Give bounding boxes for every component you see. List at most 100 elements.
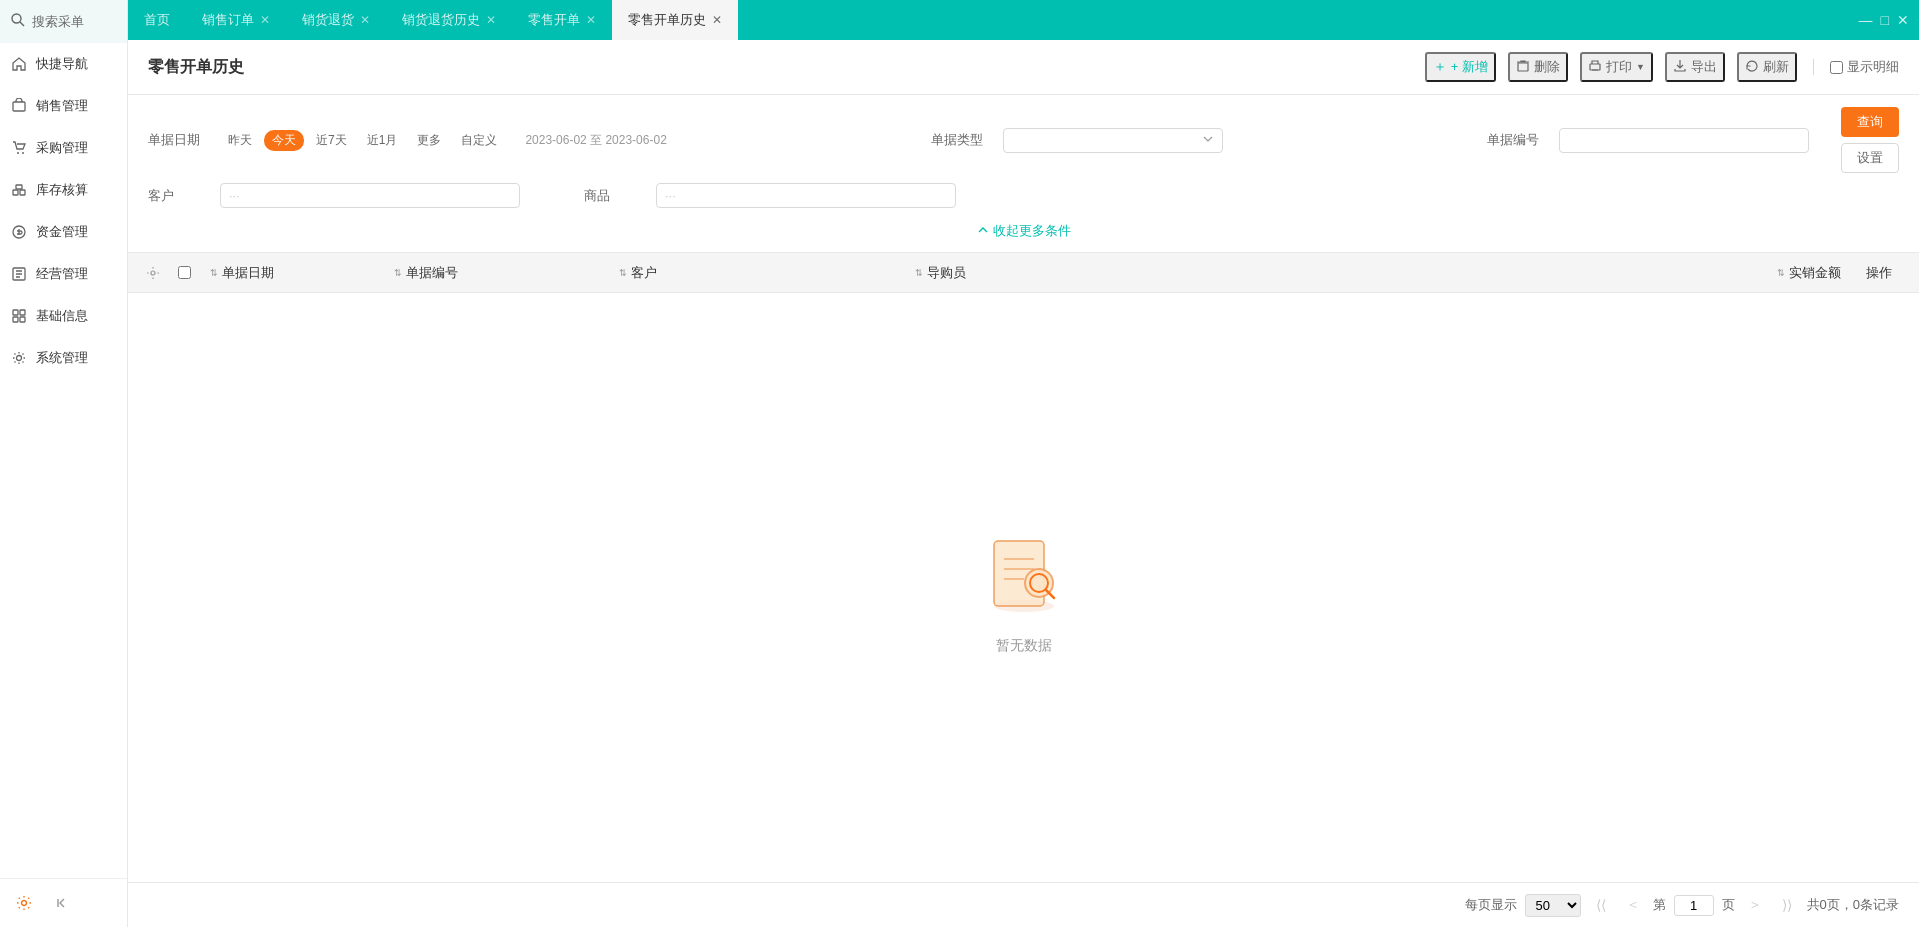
customer-filter-select[interactable]: ··· (220, 183, 520, 208)
inventory-icon (10, 181, 28, 199)
th-settings[interactable] (138, 266, 170, 280)
content-area: 零售开单历史 ＋ + 新增 删除 打印 ▼ (128, 40, 1919, 927)
date-btn-more[interactable]: 更多 (409, 130, 449, 151)
sidebar-item-purchase-mgmt[interactable]: 采购管理 (0, 127, 127, 169)
select-all-checkbox[interactable] (178, 266, 191, 279)
th-customer[interactable]: ⇅ 客户 (611, 264, 906, 282)
collapse-sidebar-icon[interactable] (48, 889, 76, 917)
no-filter-input[interactable] (1559, 128, 1809, 153)
sort-icon: ⇅ (394, 268, 402, 278)
next-page-btn[interactable]: ＞ (1743, 893, 1767, 917)
th-amount[interactable]: ⇅ 实销金额 (1665, 264, 1849, 282)
tab-close-icon[interactable]: ✕ (712, 13, 722, 27)
close-window-icon[interactable]: ✕ (1897, 12, 1909, 28)
date-btn-today[interactable]: 今天 (264, 130, 304, 151)
svg-rect-6 (20, 190, 25, 195)
svg-point-0 (12, 14, 21, 23)
tab-sales-order[interactable]: 销售订单 ✕ (186, 0, 286, 40)
no-filter-label: 单据编号 (1487, 131, 1543, 149)
query-button[interactable]: 查询 (1841, 107, 1899, 137)
sales-icon (10, 97, 28, 115)
svg-point-19 (151, 271, 155, 275)
sidebar-item-ops-mgmt[interactable]: 经营管理 (0, 253, 127, 295)
per-page-label: 每页显示 (1465, 896, 1517, 914)
delete-label: 删除 (1534, 58, 1560, 76)
svg-rect-13 (20, 317, 25, 322)
tab-close-icon[interactable]: ✕ (260, 13, 270, 27)
add-icon: ＋ (1433, 58, 1447, 76)
delete-icon (1516, 59, 1530, 76)
sidebar-item-sys-mgmt[interactable]: 系统管理 (0, 337, 127, 379)
delete-button[interactable]: 删除 (1508, 52, 1568, 82)
empty-text: 暂无数据 (996, 637, 1052, 655)
sidebar-item-label: 快捷导航 (36, 55, 88, 73)
tab-close-icon[interactable]: ✕ (360, 13, 370, 27)
first-page-btn[interactable]: ⟨⟨ (1589, 893, 1613, 917)
collapse-filter-row[interactable]: 收起更多条件 (148, 218, 1899, 240)
sidebar-bottom (0, 878, 127, 927)
chevron-down-icon (1202, 133, 1214, 148)
sidebar-item-inventory-mgmt[interactable]: 库存核算 (0, 169, 127, 211)
empty-state: 暂无数据 (128, 293, 1919, 882)
th-checkbox[interactable] (170, 266, 202, 279)
print-button[interactable]: 打印 ▼ (1580, 52, 1653, 82)
prev-page-btn[interactable]: ＜ (1621, 893, 1645, 917)
type-filter-select[interactable] (1003, 128, 1223, 153)
tab-close-icon[interactable]: ✕ (586, 13, 596, 27)
goods-filter-select[interactable]: ··· (656, 183, 956, 208)
minimize-icon[interactable]: — (1859, 12, 1873, 28)
display-detail-checkbox[interactable] (1830, 61, 1843, 74)
svg-point-15 (22, 901, 27, 906)
sidebar-search[interactable]: 搜索采单 (0, 0, 127, 43)
tab-retail-open[interactable]: 零售开单 ✕ (512, 0, 612, 40)
filter-row-1: 单据日期 昨天 今天 近7天 近1月 更多 自定义 2023-06-02 至 2… (148, 107, 1899, 173)
tab-retail-open-history[interactable]: 零售开单历史 ✕ (612, 0, 738, 40)
sidebar-item-label: 基础信息 (36, 307, 88, 325)
add-button[interactable]: ＋ + 新增 (1425, 52, 1496, 82)
tab-close-icon[interactable]: ✕ (486, 13, 496, 27)
add-label: + 新增 (1451, 58, 1488, 76)
tab-bar-controls: — □ ✕ (1859, 12, 1919, 28)
page-input[interactable] (1674, 895, 1714, 916)
sidebar-item-label: 系统管理 (36, 349, 88, 367)
th-date[interactable]: ⇅ 单据日期 (202, 264, 386, 282)
svg-point-3 (17, 152, 19, 154)
main-area: 首页 销售订单 ✕ 销货退货 ✕ 销货退货历史 ✕ 零售开单 ✕ 零售开单历史 … (128, 0, 1919, 927)
sidebar-item-sales-mgmt[interactable]: 销售管理 (0, 85, 127, 127)
sidebar-item-quick-nav[interactable]: 快捷导航 (0, 43, 127, 85)
maximize-icon[interactable]: □ (1881, 12, 1889, 28)
filter-row-2: 客户 ··· 商品 ··· (148, 183, 1899, 208)
date-btn-7days[interactable]: 近7天 (308, 130, 355, 151)
sort-icon: ⇅ (1777, 268, 1785, 278)
per-page-select[interactable]: 50 10 20 100 (1525, 894, 1581, 917)
last-page-btn[interactable]: ⟩⟩ (1775, 893, 1799, 917)
tab-sales-return-history[interactable]: 销货退货历史 ✕ (386, 0, 512, 40)
tab-label: 销货退货 (302, 11, 354, 29)
tab-label: 零售开单 (528, 11, 580, 29)
display-detail-checkbox-label[interactable]: 显示明细 (1830, 58, 1899, 76)
svg-rect-18 (1590, 64, 1600, 70)
refresh-button[interactable]: 刷新 (1737, 52, 1797, 82)
sidebar-item-finance-mgmt[interactable]: 资金管理 (0, 211, 127, 253)
th-no[interactable]: ⇅ 单据编号 (386, 264, 612, 282)
refresh-icon (1745, 59, 1759, 76)
empty-icon (974, 521, 1074, 621)
page-header: 零售开单历史 ＋ + 新增 删除 打印 ▼ (128, 40, 1919, 95)
refresh-label: 刷新 (1763, 58, 1789, 76)
th-guide[interactable]: ⇅ 导购员 (907, 264, 1091, 282)
sort-icon: ⇅ (619, 268, 627, 278)
goods-filter-label: 商品 (584, 187, 640, 205)
pagination: 每页显示 50 10 20 100 ⟨⟨ ＜ 第 页 ＞ ⟩⟩ 共0页，0条记录 (128, 882, 1919, 927)
tab-home[interactable]: 首页 (128, 0, 186, 40)
date-btn-1month[interactable]: 近1月 (359, 130, 406, 151)
svg-rect-17 (1518, 63, 1528, 71)
svg-point-4 (22, 152, 24, 154)
table-container: ⇅ 单据日期 ⇅ 单据编号 ⇅ 客户 ⇅ 导购员 ⇅ 实销 (128, 253, 1919, 927)
date-btn-yesterday[interactable]: 昨天 (220, 130, 260, 151)
export-button[interactable]: 导出 (1665, 52, 1725, 82)
tab-sales-return[interactable]: 销货退货 ✕ (286, 0, 386, 40)
sidebar-item-basic-info[interactable]: 基础信息 (0, 295, 127, 337)
date-btn-custom[interactable]: 自定义 (453, 130, 505, 151)
settings-button[interactable]: 设置 (1841, 143, 1899, 173)
settings-bottom-icon[interactable] (10, 889, 38, 917)
